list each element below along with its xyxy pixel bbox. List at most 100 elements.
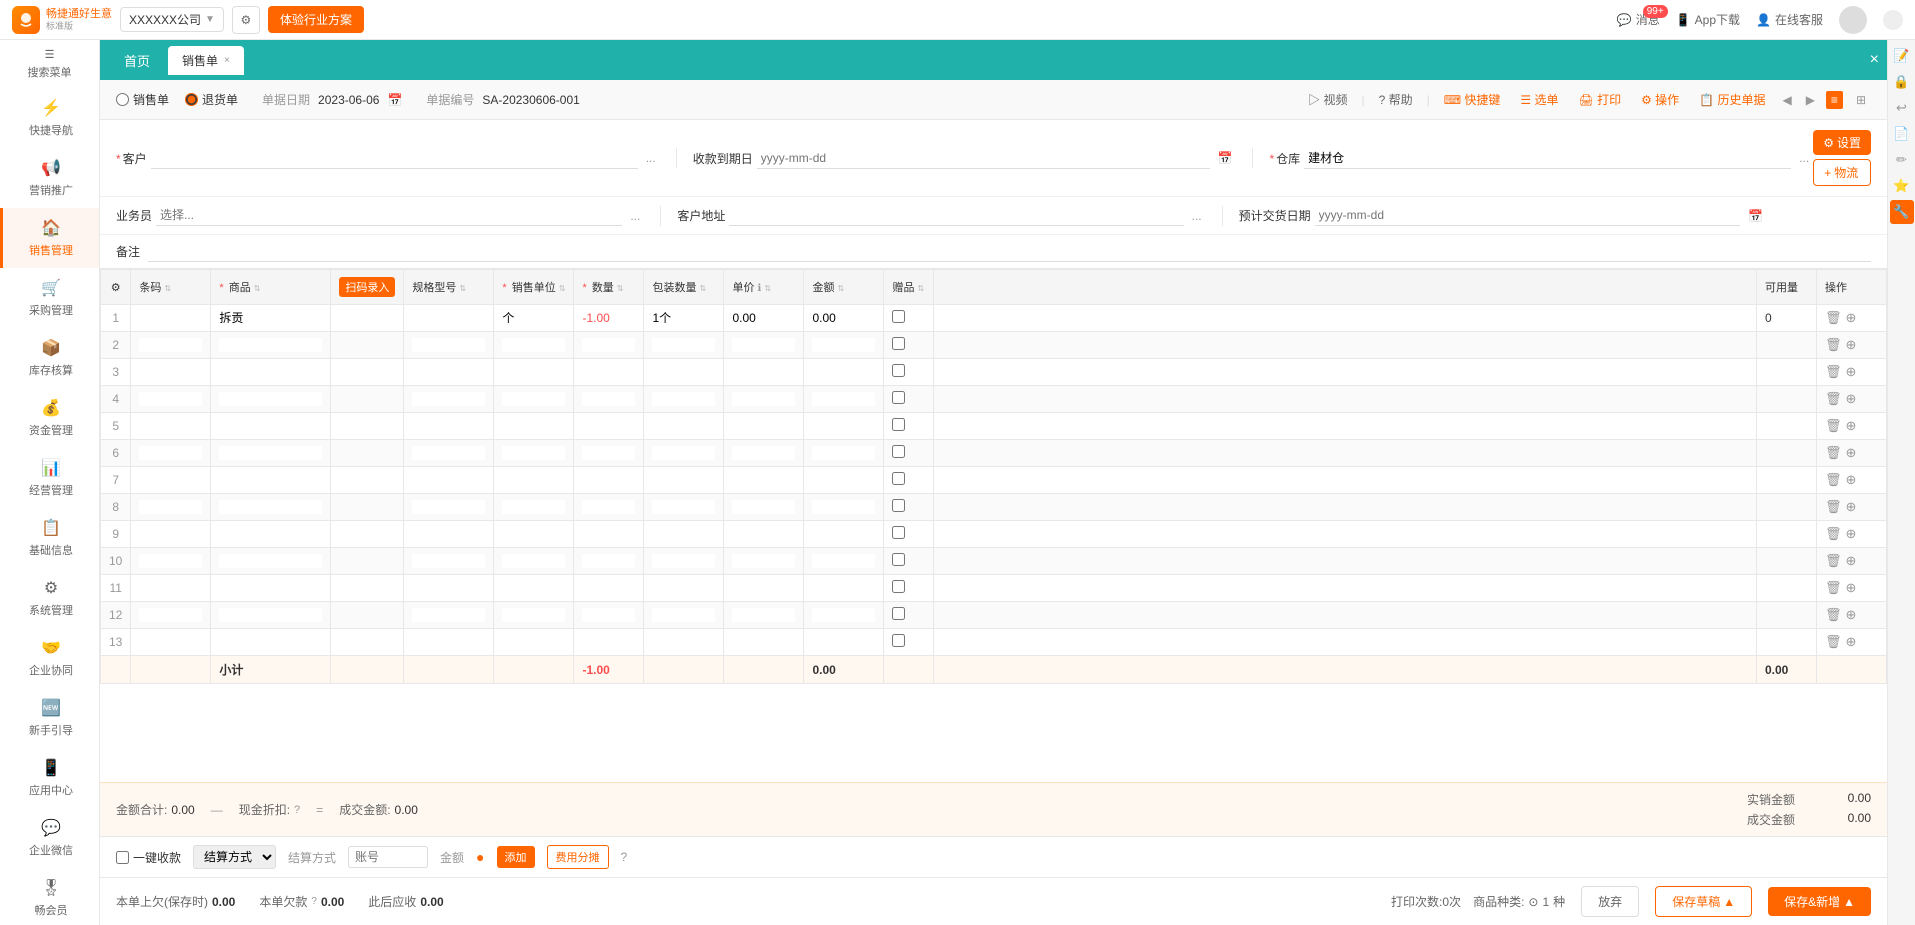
delete-icon[interactable]: 🗑 xyxy=(1825,499,1842,515)
warehouse-dots[interactable]: ... xyxy=(1795,151,1813,165)
copy-icon[interactable]: ⊕ xyxy=(1846,580,1857,596)
sidebar-item-app-center[interactable]: 📱 应用中心 xyxy=(0,748,99,808)
row-gift[interactable] xyxy=(884,521,934,548)
sidebar-item-basic[interactable]: 📋 基础信息 xyxy=(0,508,99,568)
row-product[interactable] xyxy=(211,386,331,413)
row-barcode[interactable] xyxy=(131,440,211,467)
row-unit[interactable] xyxy=(494,305,574,332)
sort-spec-icon[interactable]: ⇅ xyxy=(459,284,466,293)
row-barcode[interactable] xyxy=(131,602,211,629)
delete-icon[interactable]: 🗑 xyxy=(1825,472,1842,488)
one-click-pay-checkbox[interactable]: 一键收款 xyxy=(116,849,181,866)
row-gift[interactable] xyxy=(884,629,934,656)
payment-help-icon[interactable]: ? xyxy=(621,850,628,864)
delete-icon[interactable]: 🗑 xyxy=(1825,580,1842,596)
row-spec[interactable] xyxy=(404,521,494,548)
row-spec[interactable] xyxy=(404,359,494,386)
sort-amount-icon[interactable]: ⇅ xyxy=(838,284,845,293)
row-barcode[interactable] xyxy=(131,521,211,548)
row-barcode[interactable] xyxy=(131,494,211,521)
row-pkg[interactable] xyxy=(644,332,724,359)
row-product[interactable] xyxy=(211,440,331,467)
row-gift[interactable] xyxy=(884,305,934,332)
settlement-method-select[interactable]: 结算方式 xyxy=(193,845,276,869)
row-qty[interactable] xyxy=(574,602,644,629)
sort-product-icon[interactable]: ⇅ xyxy=(254,284,261,293)
nav-prev-icon[interactable]: ◀ xyxy=(1779,93,1794,107)
row-barcode[interactable] xyxy=(131,575,211,602)
delete-icon[interactable]: 🗑 xyxy=(1825,310,1842,326)
row-spec[interactable] xyxy=(404,629,494,656)
row-qty[interactable] xyxy=(574,629,644,656)
row-unit[interactable] xyxy=(494,467,574,494)
order-balance-info-icon[interactable]: ? xyxy=(311,896,317,907)
sort-qty-icon[interactable]: ⇅ xyxy=(617,284,624,293)
delete-icon[interactable]: 🗑 xyxy=(1825,607,1842,623)
save-new-button[interactable]: 保存&新增 ▲ xyxy=(1768,887,1871,916)
right-icon-undo[interactable]: ↩ xyxy=(1890,96,1914,120)
price-info-icon[interactable]: ℹ xyxy=(758,283,762,294)
shortcut-button[interactable]: ⌨ 快捷键 xyxy=(1438,88,1507,111)
row-amount[interactable] xyxy=(804,467,884,494)
row-product[interactable] xyxy=(211,575,331,602)
row-gift[interactable] xyxy=(884,494,934,521)
row-qty[interactable] xyxy=(574,521,644,548)
tab-sales-order[interactable]: 销售单 × xyxy=(168,46,244,75)
settings-gear-button[interactable]: ⚙ xyxy=(232,6,260,34)
save-draft-button[interactable]: 保存草稿 ▲ xyxy=(1655,886,1752,917)
copy-icon[interactable]: ⊕ xyxy=(1846,526,1857,542)
sidebar-item-purchase[interactable]: 🛒 采购管理 xyxy=(0,268,99,328)
row-pkg[interactable] xyxy=(644,629,724,656)
view-list-icon[interactable]: ≡ xyxy=(1826,91,1843,109)
sort-gift-icon[interactable]: ⇅ xyxy=(918,284,925,293)
copy-icon[interactable]: ⊕ xyxy=(1846,499,1857,515)
row-qty[interactable] xyxy=(574,440,644,467)
row-gift[interactable] xyxy=(884,602,934,629)
row-qty[interactable] xyxy=(574,575,644,602)
right-icon-tool[interactable]: 🔧 xyxy=(1890,200,1914,224)
sort-price-icon[interactable]: ⇅ xyxy=(764,284,771,293)
row-spec[interactable] xyxy=(404,548,494,575)
row-spec[interactable] xyxy=(404,332,494,359)
sidebar-item-inventory[interactable]: 📦 库存核算 xyxy=(0,328,99,388)
tab-home[interactable]: 首页 xyxy=(108,45,166,76)
delivery-date-calendar-icon[interactable]: 📅 xyxy=(1744,209,1767,223)
row-barcode[interactable] xyxy=(131,467,211,494)
radio-return-order[interactable]: 退货单 xyxy=(185,91,238,108)
copy-icon[interactable]: ⊕ xyxy=(1846,553,1857,569)
video-button[interactable]: ▷ 视频 xyxy=(1302,88,1353,111)
row-price[interactable] xyxy=(724,629,804,656)
right-icon-pencil[interactable]: ✏ xyxy=(1890,148,1914,172)
row-amount[interactable] xyxy=(804,413,884,440)
row-pkg[interactable] xyxy=(644,386,724,413)
sidebar-search[interactable]: ☰ 搜索菜单 xyxy=(0,40,99,88)
row-qty[interactable] xyxy=(574,413,644,440)
row-qty[interactable] xyxy=(574,359,644,386)
row-gift[interactable] xyxy=(884,413,934,440)
row-amount[interactable] xyxy=(804,575,884,602)
customer-address-input[interactable] xyxy=(729,205,1183,226)
expense-split-button[interactable]: 费用分摊 xyxy=(547,845,609,869)
row-product[interactable] xyxy=(211,494,331,521)
payment-due-calendar-icon[interactable]: 📅 xyxy=(1214,151,1237,165)
delete-icon[interactable]: 🗑 xyxy=(1825,391,1842,407)
row-unit[interactable] xyxy=(494,413,574,440)
row-price[interactable] xyxy=(724,440,804,467)
row-product[interactable] xyxy=(211,332,331,359)
row-unit[interactable] xyxy=(494,359,574,386)
app-download-button[interactable]: 📱 App下载 xyxy=(1676,11,1740,28)
row-qty[interactable] xyxy=(574,305,644,332)
row-pkg[interactable] xyxy=(644,548,724,575)
row-product[interactable] xyxy=(211,602,331,629)
row-price[interactable] xyxy=(724,413,804,440)
row-unit[interactable] xyxy=(494,440,574,467)
cash-discount-info-icon[interactable]: ? xyxy=(294,804,300,816)
copy-icon[interactable]: ⊕ xyxy=(1846,337,1857,353)
row-amount[interactable] xyxy=(804,305,884,332)
row-pkg[interactable] xyxy=(644,467,724,494)
row-amount[interactable] xyxy=(804,521,884,548)
row-price[interactable] xyxy=(724,467,804,494)
row-pkg[interactable] xyxy=(644,575,724,602)
sidebar-item-enterprise[interactable]: 🤝 企业协同 xyxy=(0,628,99,688)
row-unit[interactable] xyxy=(494,548,574,575)
